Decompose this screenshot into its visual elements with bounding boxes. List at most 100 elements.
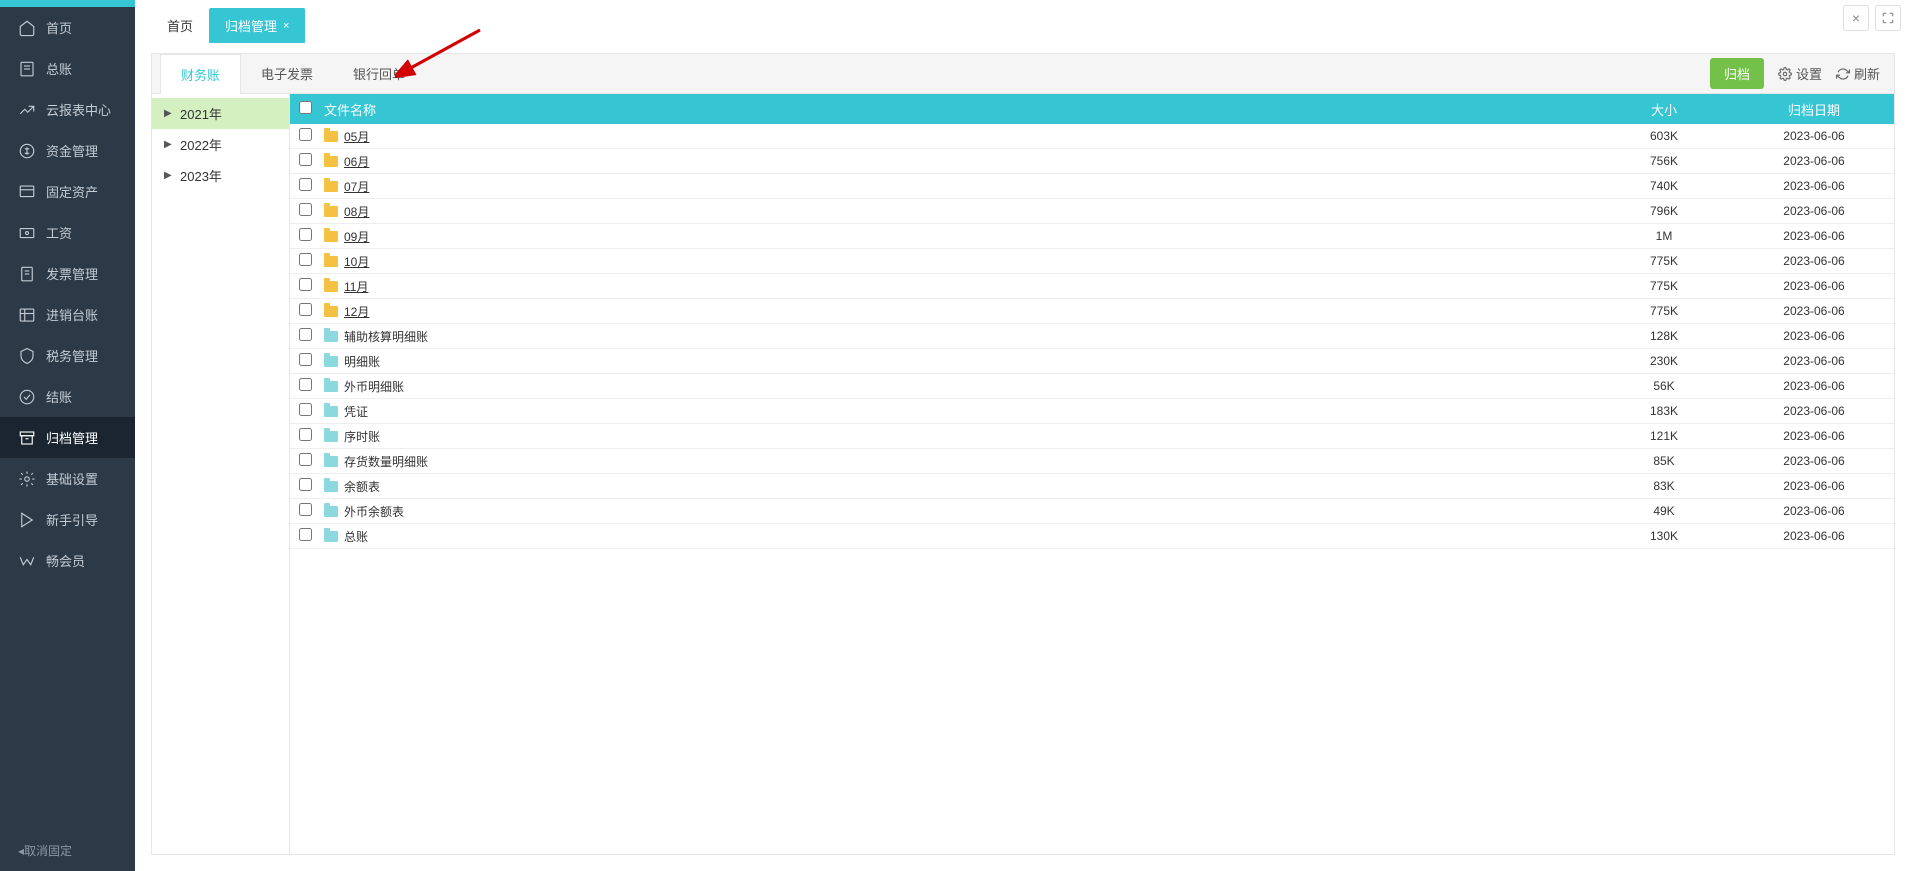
table-row: 06月756K2023-06-06 (290, 149, 1894, 174)
row-date-cell: 2023-06-06 (1734, 479, 1894, 493)
subtab-bank[interactable]: 银行回单 (333, 54, 425, 93)
settings-button[interactable]: 设置 (1778, 64, 1822, 83)
row-checkbox[interactable] (299, 428, 312, 441)
file-name-link[interactable]: 外币明细账 (344, 378, 404, 395)
row-date-cell: 2023-06-06 (1734, 154, 1894, 168)
row-checkbox[interactable] (299, 528, 312, 541)
sidebar-item-label: 税务管理 (46, 346, 98, 365)
tree-node[interactable]: ▶2022年 (152, 129, 289, 160)
row-checkbox[interactable] (299, 178, 312, 191)
row-checkbox[interactable] (299, 278, 312, 291)
sidebar-item-funds[interactable]: 资金管理 (0, 130, 135, 171)
row-checkbox[interactable] (299, 503, 312, 516)
close-icon: × (1852, 10, 1860, 26)
table-row: 05月603K2023-06-06 (290, 124, 1894, 149)
sidebar-item-beginner[interactable]: 新手引导 (0, 499, 135, 540)
file-name-link[interactable]: 10月 (344, 253, 369, 270)
row-checkbox[interactable] (299, 228, 312, 241)
file-name-link[interactable]: 09月 (344, 228, 369, 245)
subtab-actions: 归档 设置 刷新 (1710, 58, 1886, 89)
file-name-link[interactable]: 凭证 (344, 403, 368, 420)
tree-node[interactable]: ▶2021年 (152, 98, 289, 129)
row-size-cell: 603K (1594, 129, 1734, 143)
row-name-cell: 余额表 (320, 478, 1594, 495)
file-name-link[interactable]: 辅助核算明细账 (344, 328, 428, 345)
sidebar-item-purchase-sale[interactable]: 进销台账 (0, 294, 135, 335)
folder-icon (324, 206, 338, 217)
file-name-link[interactable]: 序时账 (344, 428, 380, 445)
file-name-link[interactable]: 06月 (344, 153, 369, 170)
file-name-link[interactable]: 05月 (344, 128, 369, 145)
row-size-cell: 56K (1594, 379, 1734, 393)
sidebar-item-label: 发票管理 (46, 264, 98, 283)
sidebar-item-cloud-report[interactable]: 云报表中心 (0, 89, 135, 130)
member-icon (18, 552, 36, 570)
refresh-button[interactable]: 刷新 (1836, 64, 1880, 83)
file-name-link[interactable]: 12月 (344, 303, 369, 320)
sidebar-item-salary[interactable]: 工资 (0, 212, 135, 253)
row-name-cell: 09月 (320, 228, 1594, 245)
file-name-link[interactable]: 总账 (344, 528, 368, 545)
subtab-finance[interactable]: 财务账 (160, 54, 241, 94)
sidebar-item-base-setting[interactable]: 基础设置 (0, 458, 135, 499)
subtab-einvoice[interactable]: 电子发票 (241, 54, 333, 93)
row-size-cell: 775K (1594, 304, 1734, 318)
table-row: 凭证183K2023-06-06 (290, 399, 1894, 424)
table-row: 10月775K2023-06-06 (290, 249, 1894, 274)
file-name-link[interactable]: 余额表 (344, 478, 380, 495)
tab-home[interactable]: 首页 (151, 8, 209, 43)
sidebar-item-fixed-asset[interactable]: 固定资产 (0, 171, 135, 212)
row-checkbox[interactable] (299, 453, 312, 466)
table-row: 09月1M2023-06-06 (290, 224, 1894, 249)
fullscreen-button[interactable] (1875, 5, 1901, 31)
tab-label: 归档管理 (225, 16, 277, 35)
file-name-link[interactable]: 11月 (344, 278, 368, 295)
sidebar-item-home[interactable]: 首页 (0, 7, 135, 48)
tab-close-icon[interactable]: × (283, 20, 289, 32)
row-checkbox[interactable] (299, 253, 312, 266)
folder-icon (324, 481, 338, 492)
file-name-link[interactable]: 08月 (344, 203, 369, 220)
row-checkbox[interactable] (299, 153, 312, 166)
row-checkbox[interactable] (299, 303, 312, 316)
row-name-cell: 06月 (320, 153, 1594, 170)
sidebar-unpin[interactable]: ◂取消固定 (0, 830, 135, 871)
row-checkbox-cell (290, 228, 320, 244)
row-checkbox[interactable] (299, 128, 312, 141)
row-date-cell: 2023-06-06 (1734, 229, 1894, 243)
row-checkbox[interactable] (299, 403, 312, 416)
sidebar-item-member[interactable]: 畅会员 (0, 540, 135, 581)
sidebar-item-archive[interactable]: 归档管理 (0, 417, 135, 458)
sidebar-item-tax[interactable]: 税务管理 (0, 335, 135, 376)
row-checkbox[interactable] (299, 378, 312, 391)
row-checkbox[interactable] (299, 353, 312, 366)
sidebar-item-label: 总账 (46, 59, 72, 78)
archive-button[interactable]: 归档 (1710, 58, 1764, 89)
row-checkbox-cell (290, 478, 320, 494)
file-name-link[interactable]: 外币余额表 (344, 503, 404, 520)
archive-icon (18, 429, 36, 447)
tab-label: 首页 (167, 19, 193, 34)
file-name-link[interactable]: 存货数量明细账 (344, 453, 428, 470)
row-checkbox[interactable] (299, 478, 312, 491)
gear-icon (1778, 67, 1792, 81)
row-date-cell: 2023-06-06 (1734, 204, 1894, 218)
sidebar-item-ledger[interactable]: 总账 (0, 48, 135, 89)
sidebar-item-invoice[interactable]: 发票管理 (0, 253, 135, 294)
sidebar-item-closing[interactable]: 结账 (0, 376, 135, 417)
close-button[interactable]: × (1843, 5, 1869, 31)
tab-archive[interactable]: 归档管理 × (209, 8, 305, 43)
subtabs: 财务账电子发票银行回单 (160, 54, 425, 93)
row-checkbox[interactable] (299, 328, 312, 341)
split-view: ▶2021年▶2022年▶2023年 文件名称 大小 归档日期 05月603K2… (152, 94, 1894, 854)
file-name-link[interactable]: 明细账 (344, 353, 380, 370)
row-checkbox[interactable] (299, 203, 312, 216)
table-row: 11月775K2023-06-06 (290, 274, 1894, 299)
select-all-checkbox[interactable] (299, 101, 312, 114)
tree-node[interactable]: ▶2023年 (152, 160, 289, 191)
funds-icon (18, 142, 36, 160)
refresh-button-label: 刷新 (1854, 64, 1880, 83)
file-name-link[interactable]: 07月 (344, 178, 369, 195)
folder-icon (324, 381, 338, 392)
caret-right-icon: ▶ (164, 108, 174, 119)
